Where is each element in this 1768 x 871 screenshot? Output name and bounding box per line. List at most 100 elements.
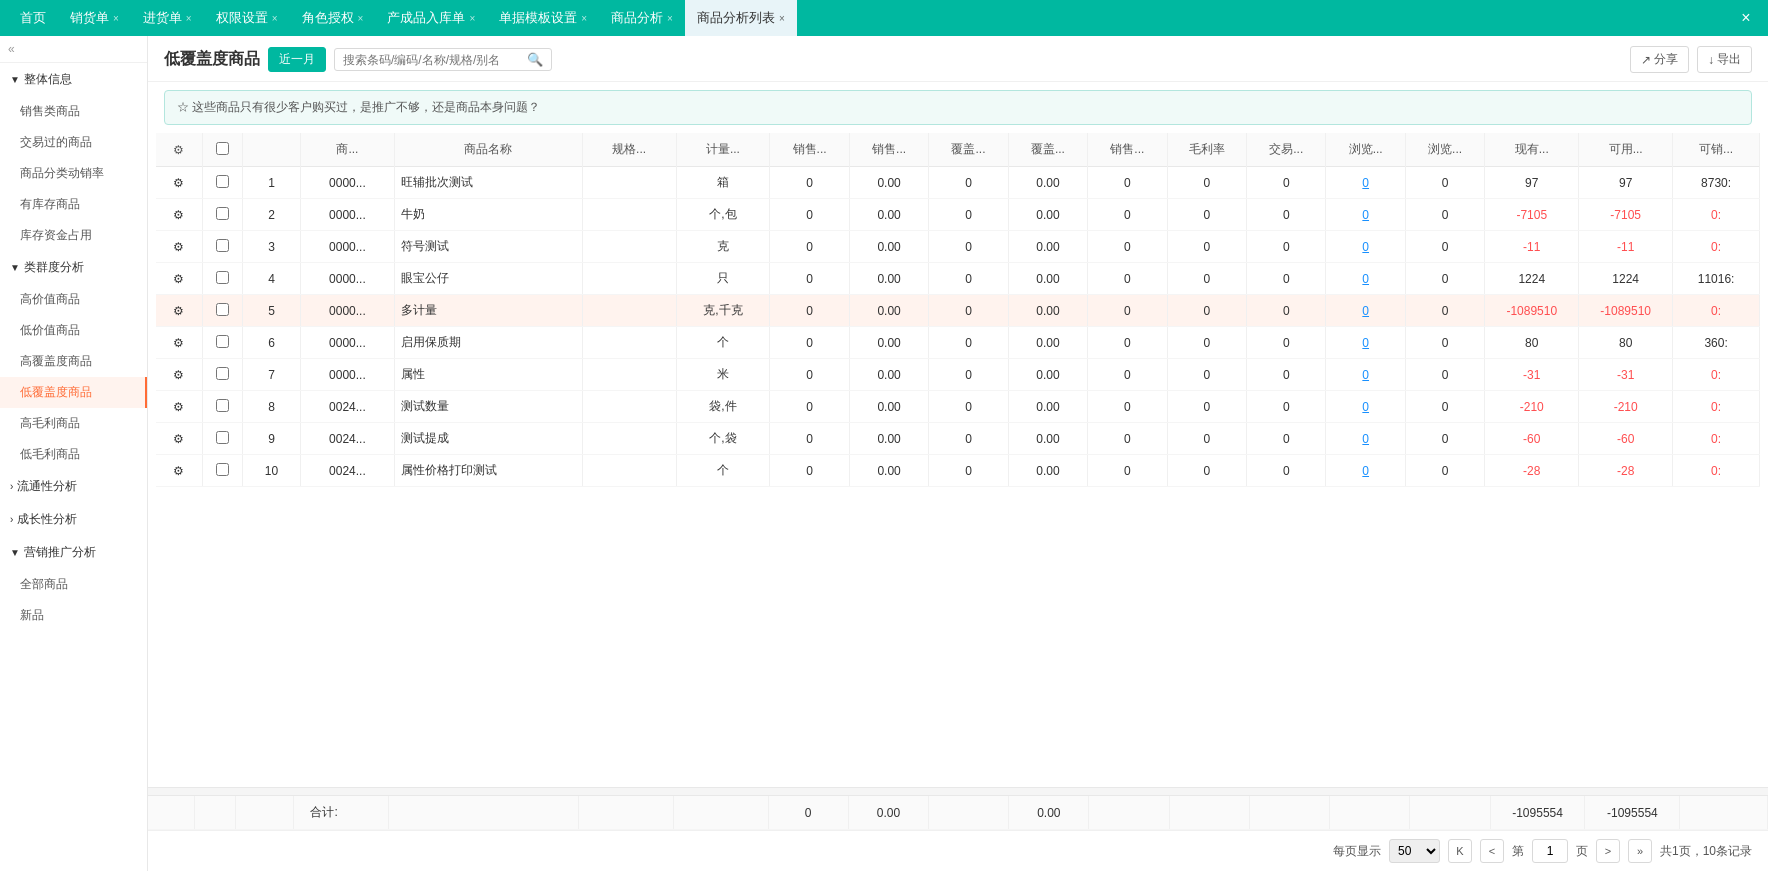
settings-icon[interactable]: ⚙ (173, 176, 184, 190)
close-icon[interactable]: × (186, 13, 192, 24)
row-browse-a[interactable]: 0 (1326, 327, 1405, 359)
row-select-checkbox[interactable] (216, 239, 229, 252)
sales-qty-column-header[interactable]: 销售... (770, 133, 849, 167)
close-icon[interactable]: × (667, 13, 673, 24)
row-browse-a[interactable]: 0 (1326, 199, 1405, 231)
settings-icon[interactable]: ⚙ (173, 336, 184, 350)
browse-a-column-header[interactable]: 浏览... (1326, 133, 1405, 167)
row-settings[interactable]: ⚙ (156, 295, 202, 327)
nav-product-stock[interactable]: 产成品入库单 × (375, 0, 487, 36)
row-select-checkbox[interactable] (216, 431, 229, 444)
row-settings[interactable]: ⚙ (156, 391, 202, 423)
search-icon[interactable]: 🔍 (527, 52, 543, 67)
row-checkbox[interactable] (202, 455, 242, 487)
filter-recent-month-button[interactable]: 近一月 (268, 47, 326, 72)
search-input[interactable] (343, 53, 523, 67)
export-button[interactable]: ↓ 导出 (1697, 46, 1752, 73)
row-checkbox[interactable] (202, 199, 242, 231)
nav-product-analysis-list[interactable]: 商品分析列表 × (685, 0, 797, 36)
page-number-input[interactable] (1532, 839, 1568, 863)
close-icon[interactable]: × (469, 13, 475, 24)
per-page-select[interactable]: 50 100 (1389, 839, 1440, 863)
row-select-checkbox[interactable] (216, 175, 229, 188)
sidebar-item-low-margin[interactable]: 低毛利商品 (0, 439, 147, 470)
sidebar-item-traded-goods[interactable]: 交易过的商品 (0, 127, 147, 158)
row-browse-a[interactable]: 0 (1326, 359, 1405, 391)
close-icon[interactable]: × (779, 13, 785, 24)
row-select-checkbox[interactable] (216, 399, 229, 412)
row-checkbox[interactable] (202, 423, 242, 455)
sidebar-item-low-coverage[interactable]: 低覆盖度商品 (0, 377, 147, 408)
sidebar-item-high-margin[interactable]: 高毛利商品 (0, 408, 147, 439)
row-checkbox[interactable] (202, 391, 242, 423)
sidebar-item-stock-capital[interactable]: 库存资金占用 (0, 220, 147, 251)
row-browse-a[interactable]: 0 (1326, 455, 1405, 487)
row-browse-a[interactable]: 0 (1326, 391, 1405, 423)
sales-amt-column-header[interactable]: 销售... (849, 133, 928, 167)
trade-count-column-header[interactable]: 交易... (1247, 133, 1326, 167)
sidebar-section-growth[interactable]: › 成长性分析 (0, 503, 147, 536)
sidebar-item-all-goods[interactable]: 全部商品 (0, 569, 147, 600)
row-checkbox[interactable] (202, 295, 242, 327)
gross-rate-column-header[interactable]: 毛利率 (1167, 133, 1246, 167)
row-settings[interactable]: ⚙ (156, 199, 202, 231)
row-settings[interactable]: ⚙ (156, 231, 202, 263)
sidebar-item-sales-goods[interactable]: 销售类商品 (0, 96, 147, 127)
row-checkbox[interactable] (202, 167, 242, 199)
row-settings[interactable]: ⚙ (156, 167, 202, 199)
table-container[interactable]: ⚙ 商... 商品名称 规格... 计量... 销售... 销售... 覆盖..… (148, 133, 1768, 787)
row-select-checkbox[interactable] (216, 303, 229, 316)
row-browse-a[interactable]: 0 (1326, 423, 1405, 455)
last-page-button[interactable]: » (1628, 839, 1652, 863)
settings-icon[interactable]: ⚙ (173, 368, 184, 382)
row-checkbox[interactable] (202, 359, 242, 391)
row-browse-a[interactable]: 0 (1326, 167, 1405, 199)
next-page-button[interactable]: > (1596, 839, 1620, 863)
settings-icon[interactable]: ⚙ (173, 464, 184, 478)
close-icon[interactable]: × (113, 13, 119, 24)
row-select-checkbox[interactable] (216, 335, 229, 348)
horizontal-scrollbar[interactable] (148, 787, 1768, 795)
code-column-header[interactable]: 商... (300, 133, 394, 167)
settings-icon[interactable]: ⚙ (173, 304, 184, 318)
sidebar-section-overall[interactable]: ▼ 整体信息 (0, 63, 147, 96)
row-checkbox[interactable] (202, 263, 242, 295)
nav-purchase-order[interactable]: 进货单 × (131, 0, 204, 36)
sidebar-item-high-coverage[interactable]: 高覆盖度商品 (0, 346, 147, 377)
row-browse-a[interactable]: 0 (1326, 295, 1405, 327)
row-settings[interactable]: ⚙ (156, 455, 202, 487)
settings-column-header[interactable]: ⚙ (156, 133, 202, 167)
row-checkbox[interactable] (202, 327, 242, 359)
sidebar-collapse-button[interactable]: « (8, 42, 15, 56)
nav-permission-settings[interactable]: 权限设置 × (204, 0, 290, 36)
sidebar-item-new-goods[interactable]: 新品 (0, 600, 147, 631)
saleable-column-header[interactable]: 可销... (1673, 133, 1760, 167)
available-column-header[interactable]: 可用... (1579, 133, 1673, 167)
row-settings[interactable]: ⚙ (156, 327, 202, 359)
close-icon[interactable]: × (272, 13, 278, 24)
row-checkbox[interactable] (202, 231, 242, 263)
name-column-header[interactable]: 商品名称 (394, 133, 582, 167)
close-all-button[interactable]: × (1732, 4, 1760, 32)
unit-column-header[interactable]: 计量... (676, 133, 770, 167)
row-settings[interactable]: ⚙ (156, 359, 202, 391)
close-icon[interactable]: × (581, 13, 587, 24)
row-select-checkbox[interactable] (216, 271, 229, 284)
current-stock-column-header[interactable]: 现有... (1485, 133, 1579, 167)
select-all-checkbox[interactable] (216, 142, 229, 155)
sidebar-section-marketing[interactable]: ▼ 营销推广分析 (0, 536, 147, 569)
row-select-checkbox[interactable] (216, 367, 229, 380)
sidebar-section-liquidity[interactable]: › 流通性分析 (0, 470, 147, 503)
checkbox-column-header[interactable] (202, 133, 242, 167)
row-settings[interactable]: ⚙ (156, 263, 202, 295)
nav-role-auth[interactable]: 角色授权 × (290, 0, 376, 36)
coverage-a-column-header[interactable]: 覆盖... (929, 133, 1008, 167)
sidebar-section-cluster[interactable]: ▼ 类群度分析 (0, 251, 147, 284)
settings-icon[interactable]: ⚙ (173, 240, 184, 254)
sales-c-column-header[interactable]: 销售... (1088, 133, 1167, 167)
sidebar-item-in-stock[interactable]: 有库存商品 (0, 189, 147, 220)
nav-sales-order[interactable]: 销货单 × (58, 0, 131, 36)
close-icon[interactable]: × (358, 13, 364, 24)
sidebar-item-low-value[interactable]: 低价值商品 (0, 315, 147, 346)
nav-product-analysis[interactable]: 商品分析 × (599, 0, 685, 36)
